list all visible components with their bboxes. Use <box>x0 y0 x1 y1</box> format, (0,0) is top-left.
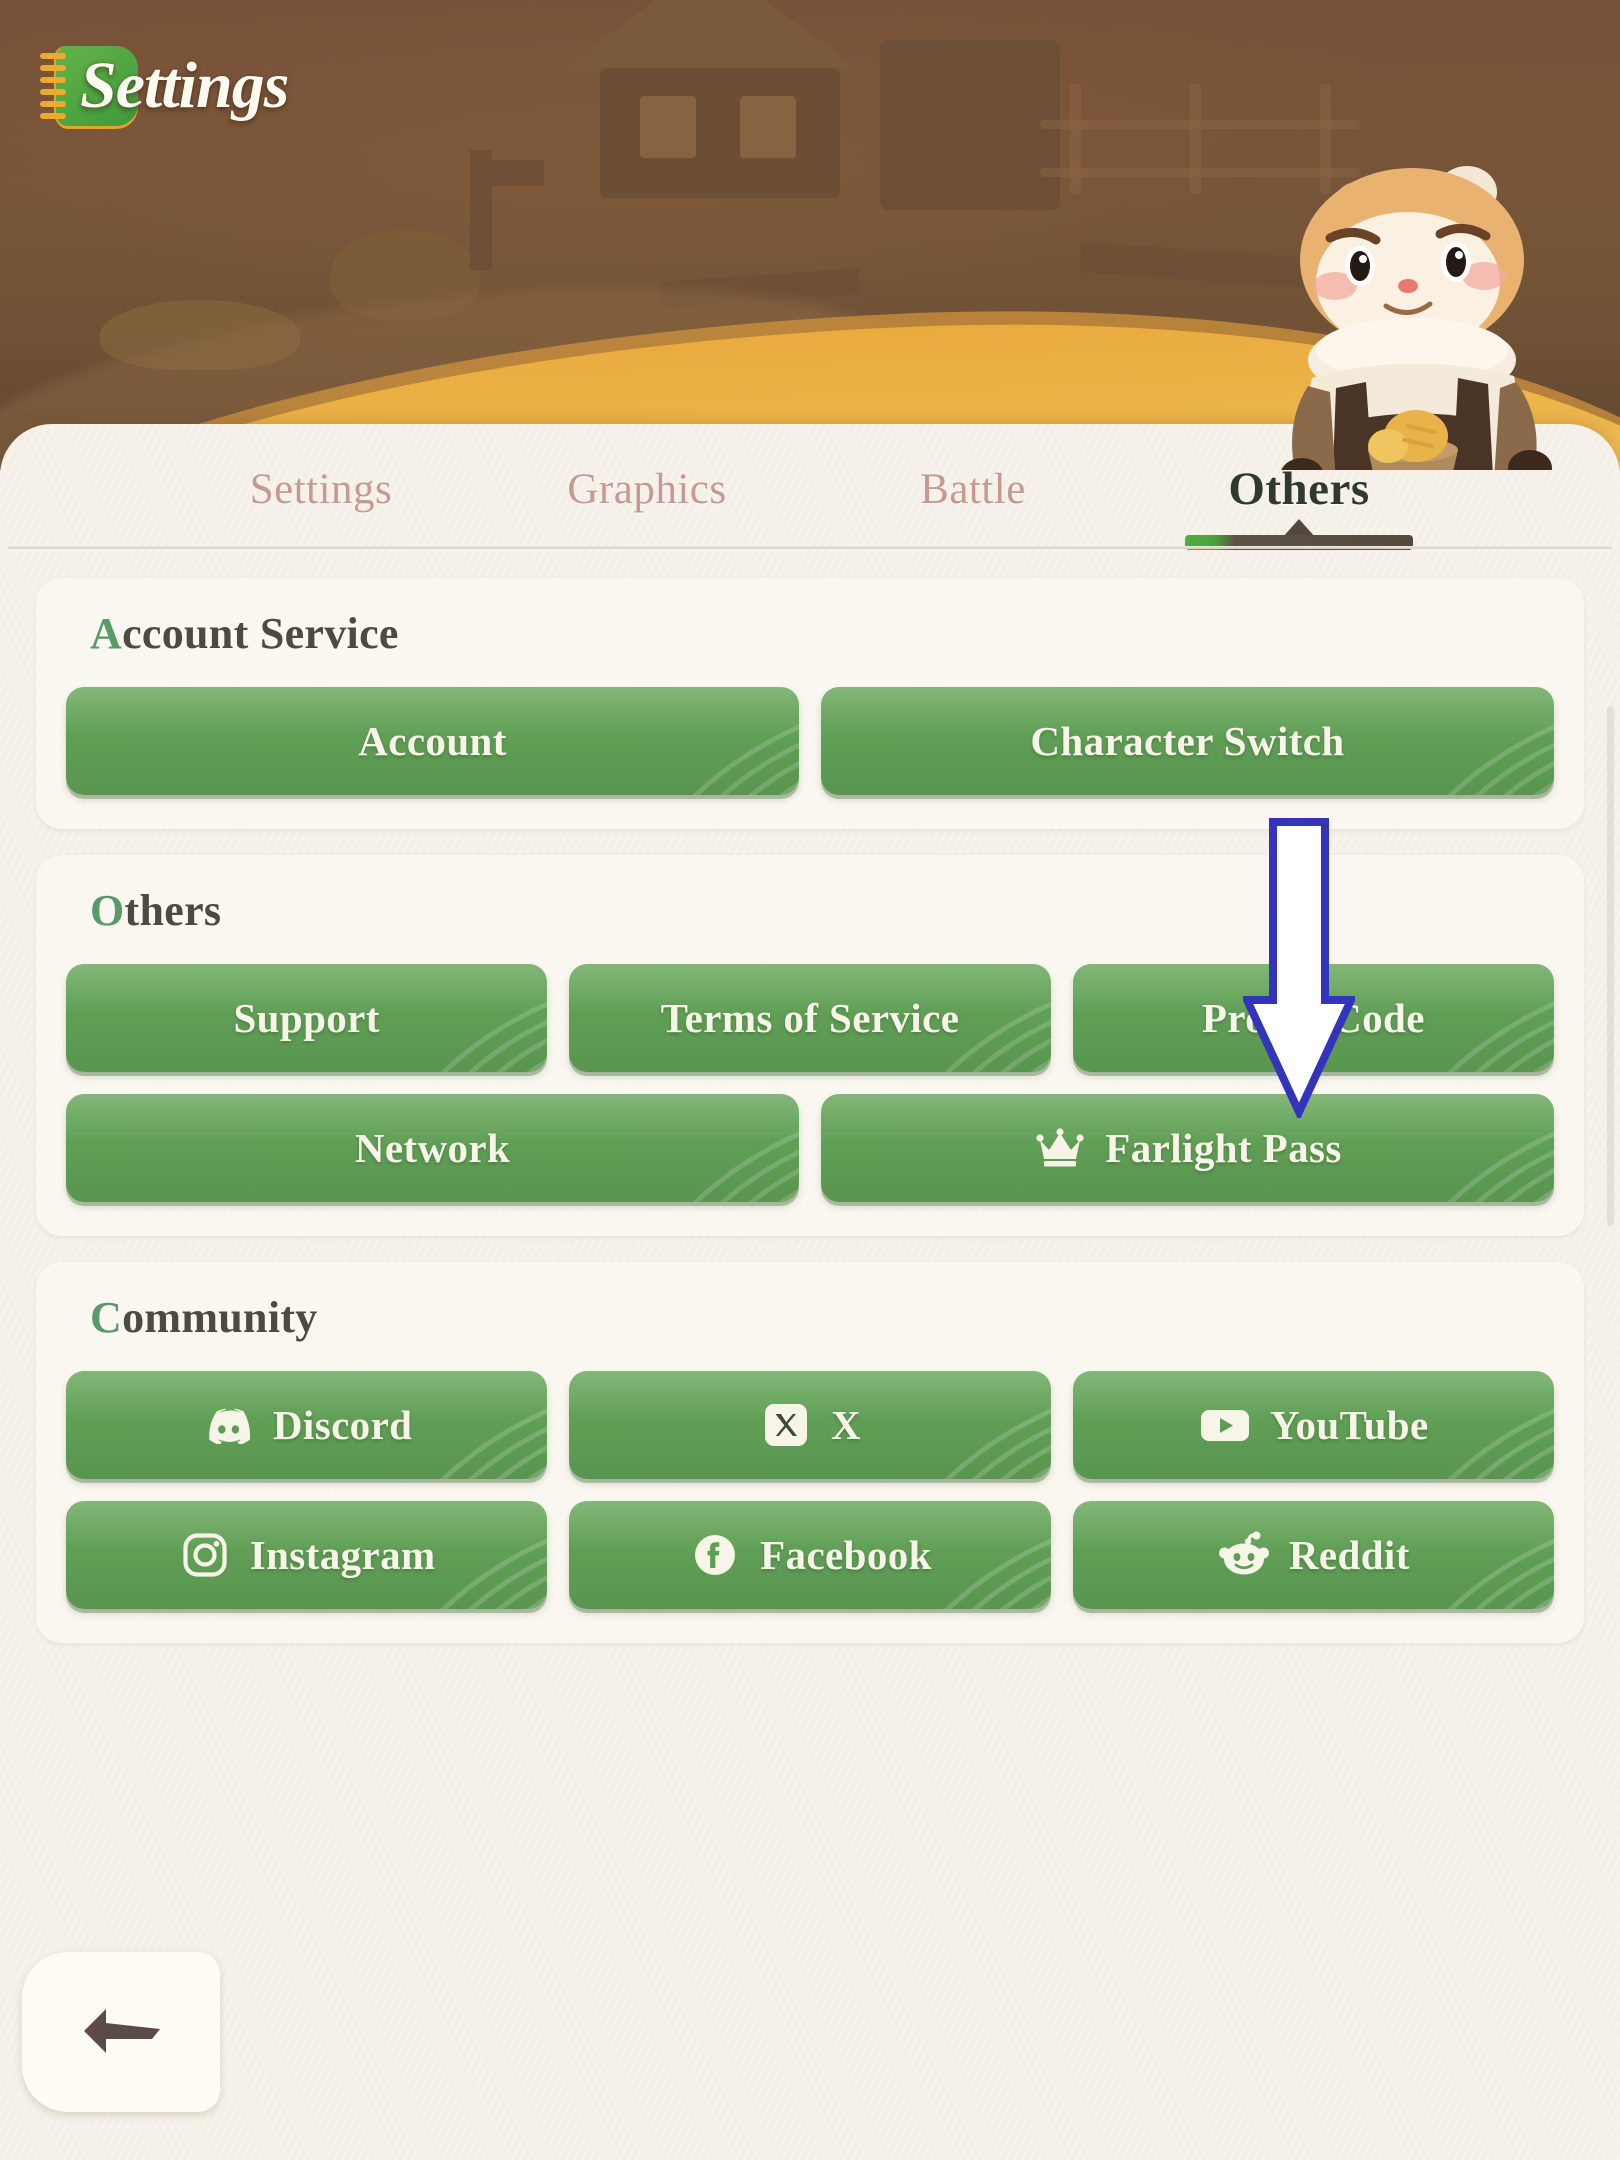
back-button[interactable] <box>22 1952 220 2112</box>
reddit-button-label: Reddit <box>1288 1532 1410 1578</box>
youtube-icon <box>1198 1398 1252 1452</box>
tab-divider <box>8 546 1612 549</box>
settings-screen: Settings Settings Graphics Battle Others… <box>0 0 1620 2160</box>
signpost <box>470 150 492 270</box>
hut-window <box>740 96 796 158</box>
facebook-icon <box>688 1528 742 1582</box>
farlight-pass-button-label: Farlight Pass <box>1105 1125 1342 1171</box>
instagram-button-label: Instagram <box>249 1532 436 1578</box>
community-section: Community Discord X YouTube Instagram Fa… <box>36 1262 1584 1643</box>
x-icon <box>759 1398 813 1452</box>
fence-post <box>1190 84 1201 194</box>
reddit-icon <box>1217 1528 1271 1582</box>
page-title-text: Settings <box>80 49 289 122</box>
scrollbar[interactable] <box>1607 706 1614 1226</box>
terms-of-service-button[interactable]: Terms of Service <box>569 964 1051 1072</box>
promo-code-button[interactable]: Promo Code <box>1072 964 1554 1072</box>
facebook-button-label: Facebook <box>760 1532 932 1578</box>
support-button-label: Support <box>233 995 380 1041</box>
youtube-button-label: YouTube <box>1270 1402 1429 1448</box>
tab-battle-label: Battle <box>920 465 1026 513</box>
community-row-1: Discord X YouTube <box>66 1371 1554 1479</box>
tab-settings-label: Settings <box>249 465 393 513</box>
settings-content-scroll[interactable]: Account Service Account Character Switch… <box>0 556 1620 2160</box>
hut-roof <box>560 0 860 70</box>
hut-wall-secondary <box>880 40 1060 210</box>
support-button[interactable]: Support <box>66 964 548 1072</box>
tab-settings[interactable]: Settings <box>158 459 484 514</box>
crown-icon <box>1033 1121 1087 1175</box>
discord-icon <box>201 1398 255 1452</box>
facebook-button[interactable]: Facebook <box>569 1501 1051 1609</box>
button-arc-decoration <box>692 1131 799 1202</box>
others-row-2: Network Farlight Pass <box>66 1094 1554 1202</box>
hamster-npc <box>1262 164 1562 470</box>
promo-code-button-label: Promo Code <box>1201 995 1425 1041</box>
button-arc-decoration <box>943 1408 1051 1479</box>
account-service-section: Account Service Account Character Switch <box>36 578 1584 829</box>
button-arc-decoration <box>1447 724 1554 795</box>
youtube-button[interactable]: YouTube <box>1072 1371 1554 1479</box>
heading-initial: O <box>90 886 125 935</box>
heading-initial: C <box>90 1293 123 1342</box>
terms-of-service-button-label: Terms of Service <box>660 995 960 1041</box>
community-row-2: Instagram Facebook Reddit <box>66 1501 1554 1609</box>
page-title: Settings <box>40 46 289 126</box>
character-switch-button-label: Character Switch <box>1030 718 1345 764</box>
header-background-scene: Settings <box>0 0 1620 470</box>
tab-others-label: Others <box>1228 463 1370 515</box>
heading-rest: ommunity <box>122 1293 318 1342</box>
spiral-binding-icon <box>40 53 66 119</box>
discord-button[interactable]: Discord <box>66 1371 548 1479</box>
heading-rest: ccount Service <box>122 609 399 658</box>
account-service-row-1: Account Character Switch <box>66 687 1554 795</box>
tab-graphics[interactable]: Graphics <box>484 459 810 514</box>
hut-window <box>640 96 696 158</box>
reddit-button[interactable]: Reddit <box>1072 1501 1554 1609</box>
community-heading: Community <box>90 1292 1554 1343</box>
back-arrow-icon <box>76 2001 166 2064</box>
heading-rest: thers <box>124 886 222 935</box>
tab-battle[interactable]: Battle <box>810 459 1136 514</box>
farlight-pass-button[interactable]: Farlight Pass <box>821 1094 1554 1202</box>
discord-button-label: Discord <box>272 1402 413 1448</box>
account-service-heading: Account Service <box>90 608 1554 659</box>
instagram-button[interactable]: Instagram <box>66 1501 548 1609</box>
button-arc-decoration <box>692 724 799 795</box>
network-button[interactable]: Network <box>66 1094 799 1202</box>
x-button-label: X <box>830 1402 861 1448</box>
heading-initial: A <box>90 609 123 658</box>
settings-panel: Settings Graphics Battle Others Account … <box>0 424 1620 2160</box>
account-button[interactable]: Account <box>66 687 799 795</box>
button-arc-decoration <box>1447 1131 1554 1202</box>
instagram-icon <box>178 1528 232 1582</box>
character-switch-button[interactable]: Character Switch <box>821 687 1554 795</box>
others-row-1: Support Terms of Service Promo Code <box>66 964 1554 1072</box>
network-button-label: Network <box>354 1125 511 1171</box>
others-heading: Others <box>90 885 1554 936</box>
others-section: Others Support Terms of Service Promo Co… <box>36 855 1584 1236</box>
fence-post <box>1070 84 1081 194</box>
account-button-label: Account <box>358 718 507 764</box>
x-button[interactable]: X <box>569 1371 1051 1479</box>
hut-wall <box>600 68 840 198</box>
tab-graphics-label: Graphics <box>567 465 727 513</box>
button-arc-decoration <box>440 1001 548 1072</box>
signpost-board <box>492 160 544 186</box>
